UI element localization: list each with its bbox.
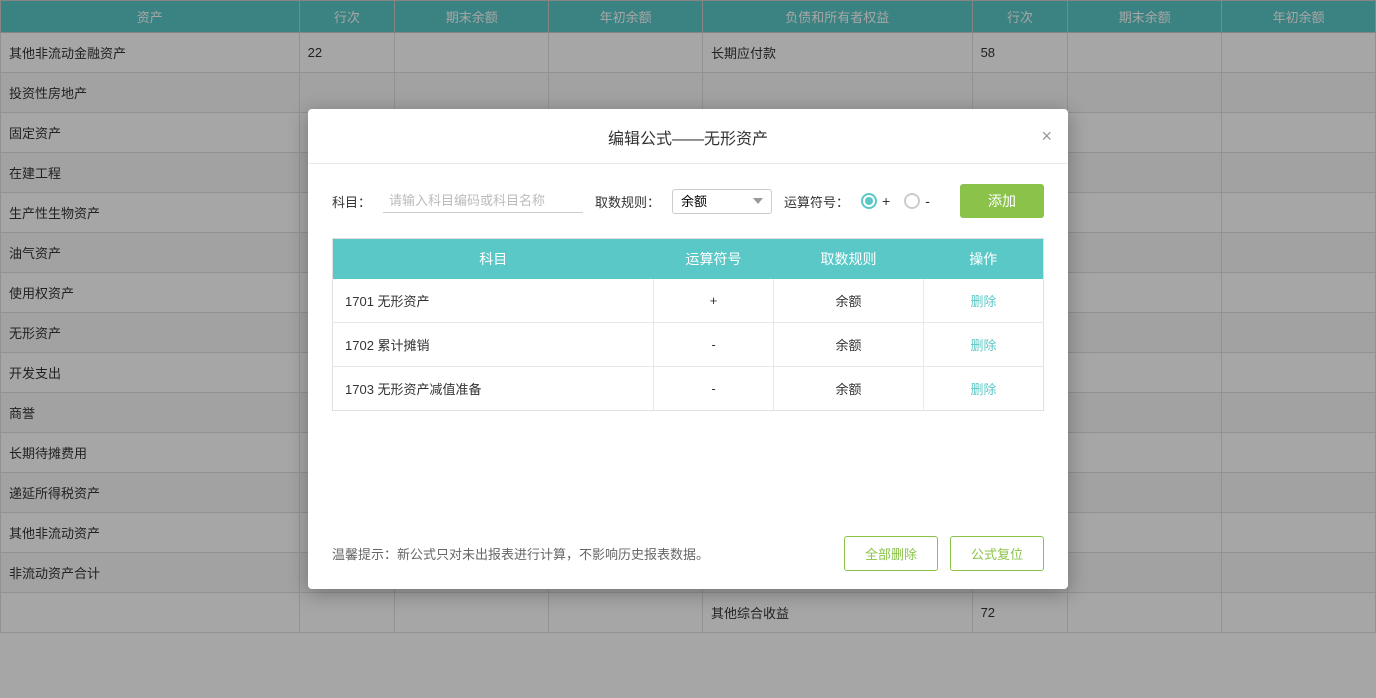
col-rule: 取数规则 [774, 239, 924, 279]
formula-rule-cell: 余额 [774, 279, 924, 323]
subject-label: 科目： [332, 192, 371, 211]
col-operator: 运算符号 [654, 239, 774, 279]
formula-action-cell: 删除 [924, 367, 1044, 411]
delete-row-button[interactable]: 删除 [970, 294, 996, 309]
operator-label: 运算符号： [784, 192, 849, 211]
formula-table-row: 1701 无形资产+余额 删除 [333, 279, 1044, 323]
formula-rule-cell: 余额 [774, 323, 924, 367]
rule-label: 取数规则： [595, 192, 660, 211]
modal-body: 科目： 取数规则： 余额 借方 贷方 借方发生额 贷方发生额 运算符号： + [308, 164, 1068, 522]
operator-minus-label: - [925, 193, 930, 209]
formula-subject-cell: 1703 无形资产减值准备 [333, 367, 654, 411]
formula-subject-cell: 1702 累计摊销 [333, 323, 654, 367]
modal-overlay: 编辑公式——无形资产 × 科目： 取数规则： 余额 借方 贷方 借方发生额 贷方… [0, 0, 1376, 698]
reset-formula-button[interactable]: 公式复位 [950, 536, 1044, 571]
operator-plus-label: + [882, 193, 890, 209]
formula-operator-cell: - [654, 323, 774, 367]
operator-plus-option[interactable]: + [861, 193, 890, 209]
formula-table: 科目 运算符号 取数规则 操作 1701 无形资产+余额删除1702 累计摊销-… [332, 238, 1044, 411]
operator-plus-radio[interactable] [861, 193, 877, 209]
formula-action-cell: 删除 [924, 323, 1044, 367]
modal-close-button[interactable]: × [1041, 127, 1052, 145]
formula-rule-cell: 余额 [774, 367, 924, 411]
subject-input[interactable] [383, 189, 583, 213]
add-button[interactable]: 添加 [960, 184, 1044, 218]
modal-footer: 温馨提示：新公式只对未出报表进行计算，不影响历史报表数据。 全部删除 公式复位 [308, 522, 1068, 589]
col-subject: 科目 [333, 239, 654, 279]
rule-select[interactable]: 余额 借方 贷方 借方发生额 贷方发生额 [672, 189, 772, 214]
footer-actions: 全部删除 公式复位 [844, 536, 1044, 571]
formula-table-header-row: 科目 运算符号 取数规则 操作 [333, 239, 1044, 279]
modal-header: 编辑公式——无形资产 × [308, 109, 1068, 164]
modal-dialog: 编辑公式——无形资产 × 科目： 取数规则： 余额 借方 贷方 借方发生额 贷方… [308, 109, 1068, 589]
operator-minus-option[interactable]: - [904, 193, 930, 209]
footer-hint: 温馨提示：新公式只对未出报表进行计算，不影响历史报表数据。 [332, 544, 709, 563]
operator-minus-radio[interactable] [904, 193, 920, 209]
col-action: 操作 [924, 239, 1044, 279]
delete-row-button[interactable]: 删除 [970, 382, 996, 397]
formula-operator-cell: - [654, 367, 774, 411]
formula-operator-cell: + [654, 279, 774, 323]
delete-row-button[interactable]: 删除 [970, 338, 996, 353]
form-row: 科目： 取数规则： 余额 借方 贷方 借方发生额 贷方发生额 运算符号： + [332, 184, 1044, 218]
formula-table-row: 1702 累计摊销-余额 删除 [333, 323, 1044, 367]
formula-subject-cell: 1701 无形资产 [333, 279, 654, 323]
formula-table-body: 1701 无形资产+余额删除1702 累计摊销-余额删除1703 无形资产减值准… [333, 279, 1044, 411]
modal-title: 编辑公式——无形资产 [608, 125, 768, 149]
operator-radio-group: + - [861, 193, 930, 209]
formula-table-row: 1703 无形资产减值准备-余额 删除 [333, 367, 1044, 411]
delete-all-button[interactable]: 全部删除 [844, 536, 938, 571]
formula-action-cell: 删除 [924, 279, 1044, 323]
